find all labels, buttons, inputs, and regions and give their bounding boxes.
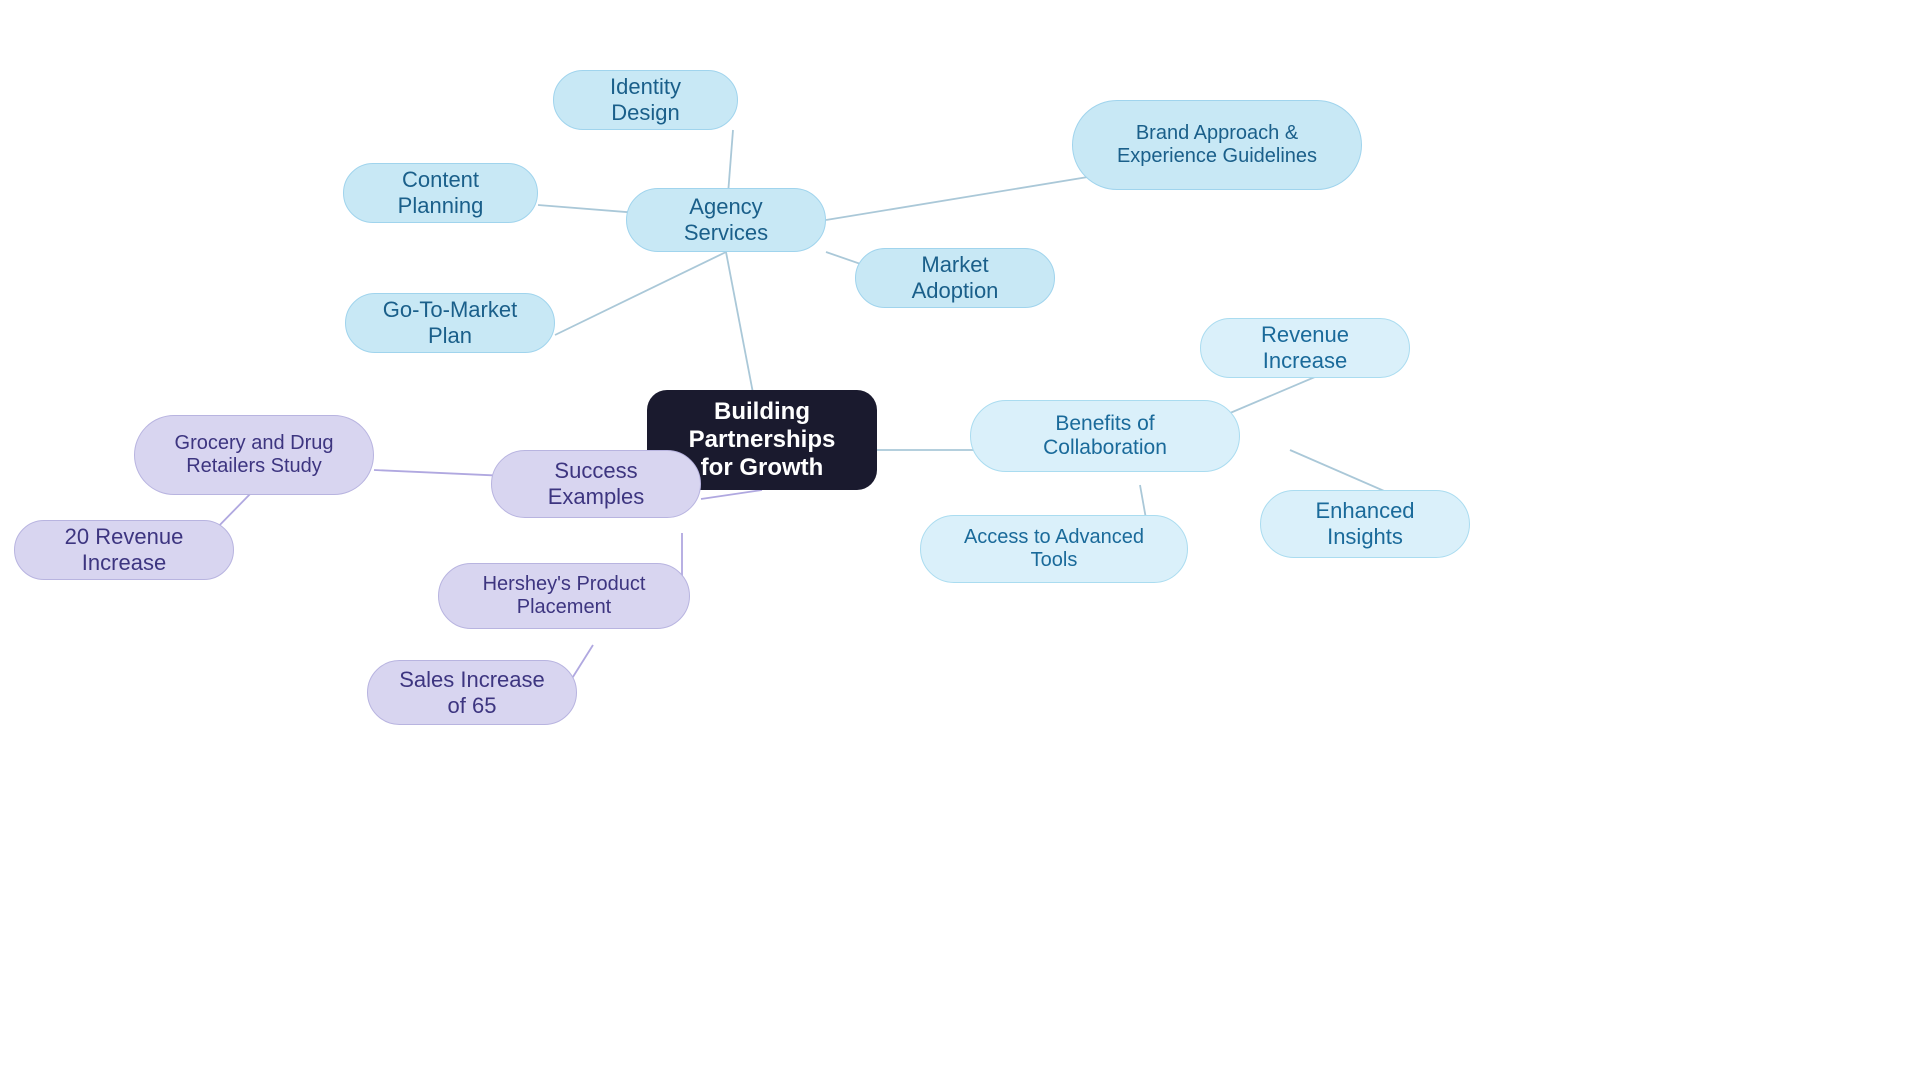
success-examples-node: Success Examples bbox=[491, 450, 701, 518]
grocery-study-node: Grocery and Drug Retailers Study bbox=[134, 415, 374, 495]
benefits-collab-node: Benefits of Collaboration bbox=[970, 400, 1240, 472]
brand-approach-node: Brand Approach & Experience Guidelines bbox=[1072, 100, 1362, 190]
enhanced-insights-node: Enhanced Insights bbox=[1260, 490, 1470, 558]
go-to-market-node: Go-To-Market Plan bbox=[345, 293, 555, 353]
agency-services-node: Agency Services bbox=[626, 188, 826, 252]
market-adoption-node: Market Adoption bbox=[855, 248, 1055, 308]
hersheys-node: Hershey's Product Placement bbox=[438, 563, 690, 629]
sales-65-node: Sales Increase of 65 bbox=[367, 660, 577, 725]
access-tools-node: Access to Advanced Tools bbox=[920, 515, 1188, 583]
content-planning-node: Content Planning bbox=[343, 163, 538, 223]
revenue-20-node: 20 Revenue Increase bbox=[14, 520, 234, 580]
revenue-increase-node: Revenue Increase bbox=[1200, 318, 1410, 378]
identity-design-node: Identity Design bbox=[553, 70, 738, 130]
